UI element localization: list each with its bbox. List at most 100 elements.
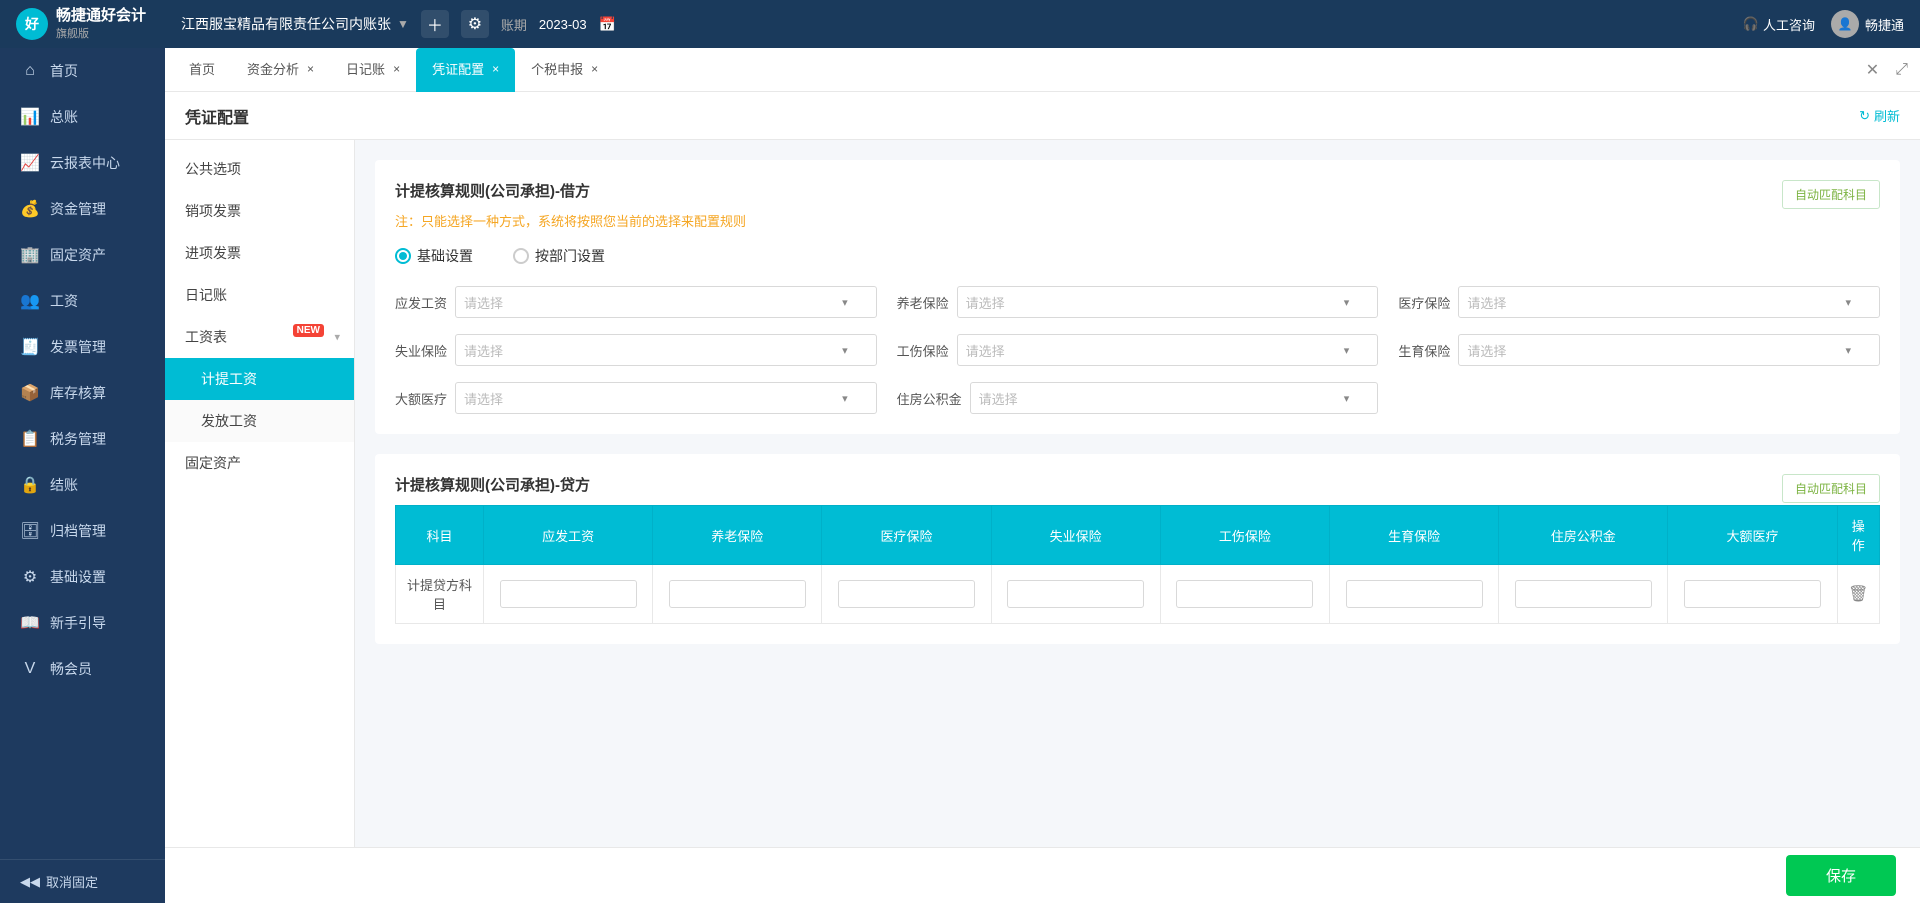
select-salary[interactable]: 请选择 ▾ (455, 286, 877, 318)
row-delete-button[interactable]: 🗑 (1848, 586, 1868, 603)
select-unemployment-arrow: ▾ (842, 344, 848, 357)
radio-basic[interactable]: 基础设置 (395, 246, 473, 266)
sidebar-item-payroll[interactable]: 👥 工资 (0, 278, 165, 324)
sidebar-item-home[interactable]: ⌂ 首页 (0, 48, 165, 94)
label-pension: 养老保险 (897, 293, 949, 312)
sidebar-item-settings[interactable]: ⚙ 基础设置 (0, 554, 165, 600)
sidebar-item-ledger[interactable]: 📊 总账 (0, 94, 165, 140)
sidebar-item-closing[interactable]: 🔒 结账 (0, 462, 165, 508)
inner-nav-payroll-table[interactable]: 工资表 NEW ▾ (165, 316, 354, 358)
th-injury: 工伤保险 (1160, 506, 1329, 565)
payroll-icon: 👥 (20, 291, 40, 311)
td-injury-input[interactable] (1176, 580, 1313, 608)
td-salary-input[interactable] (500, 580, 637, 608)
expand-window-icon[interactable]: ⤢ (1891, 57, 1912, 83)
select-maternity[interactable]: 请选择 ▾ (1458, 334, 1880, 366)
page-header-actions: ↻ 刷新 (1859, 106, 1900, 125)
radio-department[interactable]: 按部门设置 (513, 246, 605, 266)
th-action: 操作 (1837, 506, 1879, 565)
tax-icon: 📋 (20, 429, 40, 449)
select-salary-placeholder: 请选择 (464, 293, 503, 312)
inner-nav-purchase[interactable]: 进项发票 (165, 232, 354, 274)
label-medical: 医疗保险 (1398, 293, 1450, 312)
select-injury-arrow: ▾ (1344, 344, 1350, 357)
tab-home[interactable]: 首页 (173, 48, 231, 92)
td-medical-input[interactable] (838, 580, 975, 608)
inner-nav-payroll-pay[interactable]: 发放工资 (165, 400, 354, 442)
service-label: 人工咨询 (1763, 15, 1815, 34)
credit-auto-match-button[interactable]: 自动匹配科目 (1782, 474, 1880, 503)
th-medical: 医疗保险 (822, 506, 991, 565)
settings-button[interactable]: ⚙ (461, 10, 489, 38)
th-salary: 应发工资 (483, 506, 652, 565)
debit-auto-match-button[interactable]: 自动匹配科目 (1782, 180, 1880, 209)
select-bigmedical-arrow: ▾ (842, 392, 848, 405)
top-bar-right: 🎧 人工咨询 👤 畅捷通 (1743, 10, 1904, 38)
select-unemployment[interactable]: 请选择 ▾ (455, 334, 877, 366)
tab-voucher[interactable]: 凭证配置 × (416, 48, 515, 92)
save-button[interactable]: 保存 (1786, 855, 1896, 896)
sidebar-item-tax[interactable]: 📋 税务管理 (0, 416, 165, 462)
tab-tax[interactable]: 个税申报 × (515, 48, 614, 92)
td-maternity-input[interactable] (1346, 580, 1483, 608)
close-window-icon[interactable]: ✕ (1862, 56, 1883, 84)
sidebar-label-payroll: 工资 (50, 291, 78, 311)
add-button[interactable]: ＋ (421, 10, 449, 38)
select-injury[interactable]: 请选择 ▾ (957, 334, 1379, 366)
new-badge: NEW (293, 324, 324, 337)
select-housing[interactable]: 请选择 ▾ (970, 382, 1379, 414)
td-housing-input[interactable] (1515, 580, 1652, 608)
tab-voucher-close[interactable]: × (492, 62, 499, 76)
credit-title: 计提核算规则(公司承担)-贷方 (395, 474, 1880, 495)
inner-nav-journal[interactable]: 日记账 (165, 274, 354, 316)
refresh-label: 刷新 (1874, 106, 1900, 125)
label-bigmedical: 大额医疗 (395, 389, 447, 408)
inner-nav-payroll-calc[interactable]: 计提工资 (165, 358, 354, 400)
service-button[interactable]: 🎧 人工咨询 (1743, 15, 1815, 34)
tab-journal-close[interactable]: × (393, 62, 400, 76)
user-area[interactable]: 👤 畅捷通 (1831, 10, 1904, 38)
tab-journal[interactable]: 日记账 × (330, 48, 416, 92)
tab-capital[interactable]: 资金分析 × (231, 48, 330, 92)
sidebar-label-invoice: 发票管理 (50, 337, 106, 357)
select-maternity-placeholder: 请选择 (1467, 341, 1506, 360)
content-area: 首页 资金分析 × 日记账 × 凭证配置 × 个税申报 × ✕ ⤢ (165, 48, 1920, 903)
refresh-button[interactable]: ↻ 刷新 (1859, 106, 1900, 125)
td-pension-input[interactable] (669, 580, 806, 608)
sidebar-label-capital: 资金管理 (50, 199, 106, 219)
inner-nav-public[interactable]: 公共选项 (165, 148, 354, 190)
select-bigmedical[interactable]: 请选择 ▾ (455, 382, 877, 414)
select-pension[interactable]: 请选择 ▾ (957, 286, 1379, 318)
sidebar-label-guide: 新手引导 (50, 613, 106, 633)
tab-bar: 首页 资金分析 × 日记账 × 凭证配置 × 个税申报 × ✕ ⤢ (165, 48, 1920, 92)
period-value: 2023-03 (539, 17, 587, 32)
inner-nav-fixed-assets[interactable]: 固定资产 (165, 442, 354, 484)
sidebar-item-capital[interactable]: 💰 资金管理 (0, 186, 165, 232)
td-unemployment-input[interactable] (1007, 580, 1144, 608)
inner-nav-sales[interactable]: 销项发票 (165, 190, 354, 232)
sidebar-item-archive[interactable]: 🗄 归档管理 (0, 508, 165, 554)
sidebar-item-fixed[interactable]: 🏢 固定资产 (0, 232, 165, 278)
label-unemployment: 失业保险 (395, 341, 447, 360)
form-item-housing: 住房公积金 请选择 ▾ (897, 382, 1379, 414)
sidebar-item-member[interactable]: V 畅会员 (0, 646, 165, 692)
th-pension: 养老保险 (653, 506, 822, 565)
radio-department-label: 按部门设置 (535, 246, 605, 266)
td-bigmedical-input[interactable] (1684, 580, 1821, 608)
select-bigmedical-placeholder: 请选择 (464, 389, 503, 408)
tab-tax-close[interactable]: × (591, 62, 598, 76)
sidebar-item-reports[interactable]: 📈 云报表中心 (0, 140, 165, 186)
debit-title: 计提核算规则(公司承担)-借方 (395, 180, 1880, 201)
sidebar-item-inventory[interactable]: 📦 库存核算 (0, 370, 165, 416)
sidebar-item-guide[interactable]: 📖 新手引导 (0, 600, 165, 646)
company-select[interactable]: 江西服宝精品有限责任公司内账张 ▼ (181, 14, 409, 34)
td-salary-input-cell (483, 565, 652, 624)
sidebar-label-inventory: 库存核算 (50, 383, 106, 403)
select-medical[interactable]: 请选择 ▾ (1458, 286, 1880, 318)
th-bigmedical: 大额医疗 (1668, 506, 1837, 565)
sidebar-item-invoice[interactable]: 🧾 发票管理 (0, 324, 165, 370)
calendar-icon[interactable]: 📅 (599, 16, 616, 33)
sidebar-unpin-button[interactable]: ◀◀ 取消固定 (0, 859, 165, 903)
tab-capital-close[interactable]: × (307, 62, 314, 76)
td-pension-input-cell (653, 565, 822, 624)
